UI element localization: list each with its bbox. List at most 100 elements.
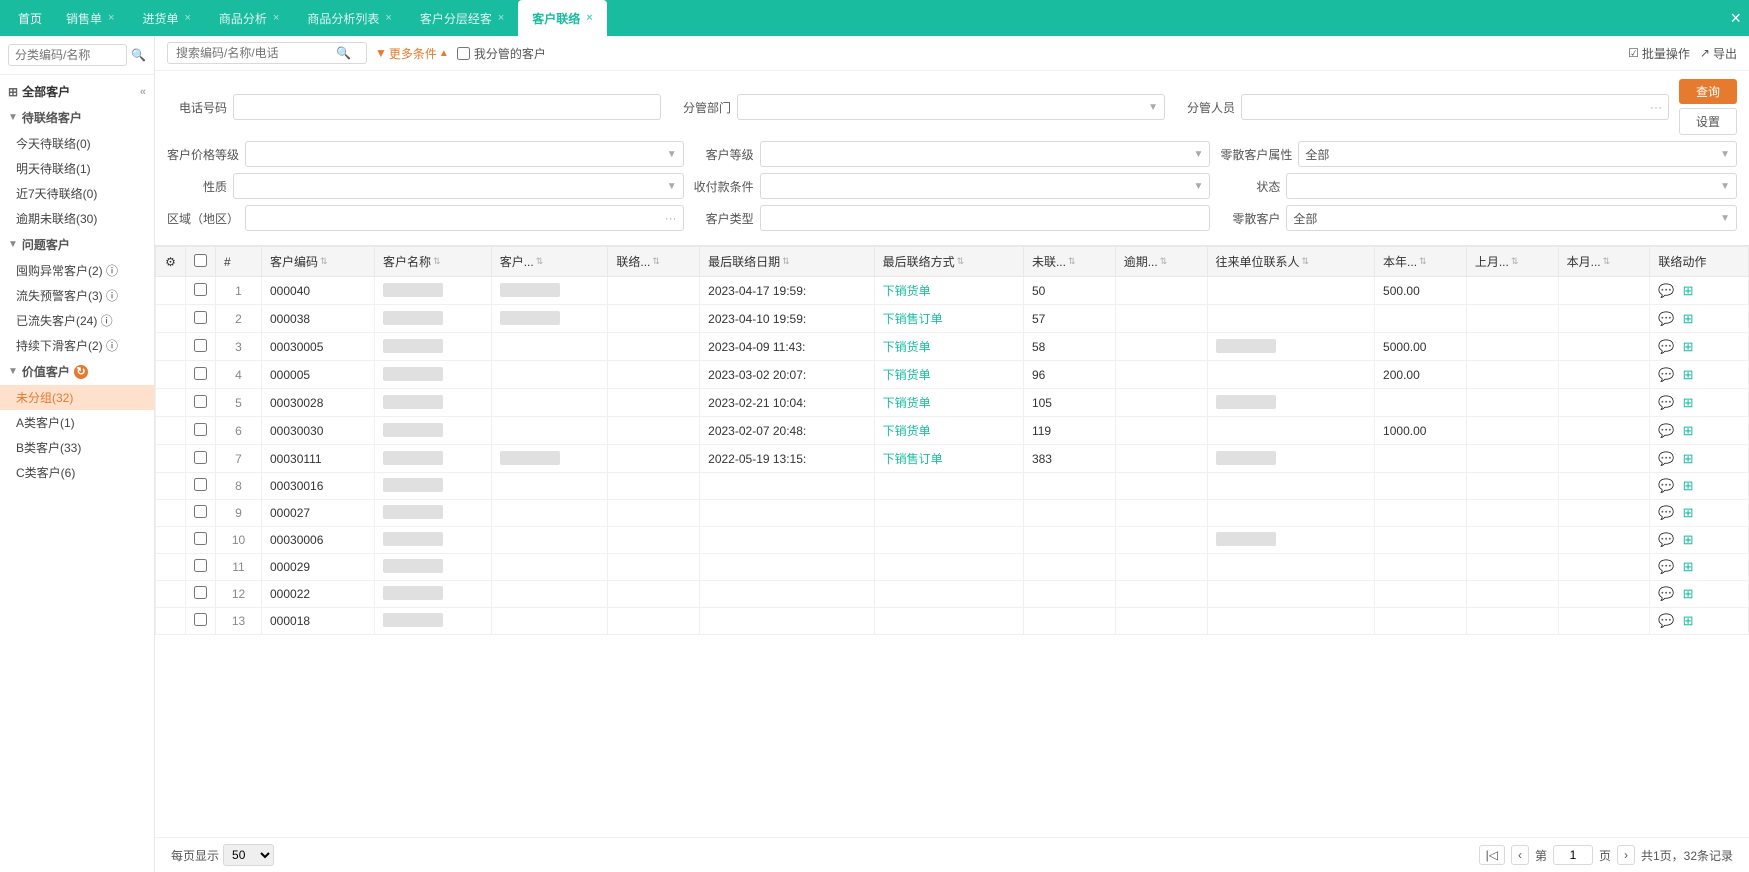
tab-customer-layer[interactable]: 客户分层经客 × [406, 0, 518, 36]
qr-icon[interactable]: ⊞ [1683, 423, 1694, 439]
row-checkbox[interactable] [194, 532, 207, 545]
sidebar-group-pending[interactable]: ▼ 待联络客户 [0, 104, 154, 131]
col-last-contact-date[interactable]: 最后联络日期⇅ [700, 247, 874, 277]
batch-op-btn[interactable]: ☑ 批量操作 [1628, 45, 1690, 62]
row-settings[interactable] [156, 417, 186, 445]
col-name[interactable]: 客户名称⇅ [375, 247, 492, 277]
filter-payment-select[interactable]: ▼ [760, 173, 1211, 199]
sidebar-item-today[interactable]: 今天待联络(0) [0, 131, 154, 156]
qr-icon[interactable]: ⊞ [1683, 505, 1694, 521]
sidebar-collapse-icon[interactable]: « [140, 86, 146, 98]
select-all-checkbox[interactable] [194, 254, 207, 267]
sidebar-item-declining[interactable]: 持续下滑客户(2) ⓘ [0, 333, 154, 358]
tab-product-analysis-list[interactable]: 商品分析列表 × [293, 0, 405, 36]
filter-customer-grade-select[interactable]: ▼ [760, 141, 1211, 167]
col-code[interactable]: 客户编码⇅ [262, 247, 375, 277]
row-checkbox[interactable] [194, 283, 207, 296]
prev-page-btn[interactable]: ‹ [1511, 845, 1529, 865]
qr-icon[interactable]: ⊞ [1683, 478, 1694, 494]
filter-status-select[interactable]: ▼ [1286, 173, 1737, 199]
chat-icon[interactable]: 💬 [1658, 423, 1674, 439]
tab-purchase[interactable]: 进货单 × [128, 0, 204, 36]
filter-retail-attr-select[interactable]: 全部 ▼ [1298, 141, 1737, 167]
tab-close-icon[interactable]: × [273, 12, 279, 24]
col-no-contact[interactable]: 未联...⇅ [1023, 247, 1115, 277]
col-this-year[interactable]: 本年...⇅ [1375, 247, 1467, 277]
sidebar-item-7days[interactable]: 近7天待联络(0) [0, 181, 154, 206]
qr-icon[interactable]: ⊞ [1683, 395, 1694, 411]
sidebar-group-problem[interactable]: ▼ 问题客户 [0, 231, 154, 258]
dots-icon[interactable]: ··· [665, 211, 677, 225]
sidebar-item-ungrouped[interactable]: 未分组(32) [0, 385, 154, 410]
qr-icon[interactable]: ⊞ [1683, 311, 1694, 327]
row-settings[interactable] [156, 500, 186, 527]
row-settings[interactable] [156, 608, 186, 635]
row-checkbox[interactable] [194, 505, 207, 518]
page-input[interactable] [1553, 845, 1593, 865]
chat-icon[interactable]: 💬 [1658, 613, 1674, 629]
chat-icon[interactable]: 💬 [1658, 283, 1674, 299]
my-customers-checkbox[interactable] [457, 47, 470, 60]
tab-customer-contact[interactable]: 客户联络 × [518, 0, 606, 36]
chat-icon[interactable]: 💬 [1658, 395, 1674, 411]
row-settings[interactable] [156, 389, 186, 417]
next-page-btn[interactable]: › [1617, 845, 1635, 865]
refresh-icon[interactable]: ↻ [74, 365, 88, 379]
col-last-month[interactable]: 上月...⇅ [1466, 247, 1558, 277]
row-checkbox[interactable] [194, 559, 207, 572]
qr-icon[interactable]: ⊞ [1683, 559, 1694, 575]
chat-icon[interactable]: 💬 [1658, 532, 1674, 548]
qr-icon[interactable]: ⊞ [1683, 586, 1694, 602]
col-company-contact[interactable]: 往来单位联系人⇅ [1207, 247, 1375, 277]
sidebar-search-input[interactable] [8, 44, 127, 66]
filter-more-btn[interactable]: ▼ 更多条件 ▲ [375, 45, 449, 62]
row-checkbox[interactable] [194, 367, 207, 380]
filter-customer-type-input[interactable] [760, 205, 1211, 231]
row-checkbox[interactable] [194, 423, 207, 436]
settings-column-header[interactable]: ⚙ [156, 247, 186, 277]
tab-home[interactable]: 首页 [8, 0, 52, 36]
tab-close-icon[interactable]: × [385, 12, 391, 24]
chat-icon[interactable]: 💬 [1658, 451, 1674, 467]
row-checkbox[interactable] [194, 339, 207, 352]
filter-retail-customer-select[interactable]: 全部 ▼ [1286, 205, 1737, 231]
qr-icon[interactable]: ⊞ [1683, 451, 1694, 467]
row-checkbox[interactable] [194, 613, 207, 626]
sidebar-item-b-class[interactable]: B类客户(33) [0, 435, 154, 460]
row-settings[interactable] [156, 305, 186, 333]
qr-icon[interactable]: ⊞ [1683, 283, 1694, 299]
chat-icon[interactable]: 💬 [1658, 311, 1674, 327]
filter-dept-select[interactable]: ▼ [737, 94, 1165, 120]
tab-bar-close-icon[interactable]: × [1730, 8, 1741, 29]
row-settings[interactable] [156, 473, 186, 500]
col-last-contact-way[interactable]: 最后联络方式⇅ [874, 247, 1023, 277]
tab-close-icon[interactable]: × [108, 12, 114, 24]
tab-close-icon[interactable]: × [586, 12, 592, 24]
sidebar-item-churned[interactable]: 已流失客户(24) ⓘ [0, 308, 154, 333]
first-page-btn[interactable]: |◁ [1479, 845, 1505, 865]
chat-icon[interactable]: 💬 [1658, 505, 1674, 521]
filter-price-grade-select[interactable]: ▼ [245, 141, 684, 167]
per-page-select[interactable]: 50 100 200 [223, 844, 274, 866]
sidebar-item-tomorrow[interactable]: 明天待联络(1) [0, 156, 154, 181]
qr-icon[interactable]: ⊞ [1683, 532, 1694, 548]
chat-icon[interactable]: 💬 [1658, 339, 1674, 355]
filter-phone-input[interactable] [233, 94, 661, 120]
sidebar-search-icon[interactable]: 🔍 [131, 48, 146, 62]
row-checkbox[interactable] [194, 395, 207, 408]
row-checkbox[interactable] [194, 586, 207, 599]
row-settings[interactable] [156, 445, 186, 473]
checkbox-column-header[interactable] [186, 247, 216, 277]
chat-icon[interactable]: 💬 [1658, 367, 1674, 383]
sidebar-item-overdue[interactable]: 逾期未联络(30) [0, 206, 154, 231]
query-button[interactable]: 查询 [1679, 79, 1737, 104]
row-settings[interactable] [156, 554, 186, 581]
sidebar-item-churn-warn[interactable]: 流失预警客户(3) ⓘ [0, 283, 154, 308]
reset-button[interactable]: 设置 [1679, 108, 1737, 135]
col-overdue[interactable]: 逾期...⇅ [1115, 247, 1207, 277]
col-customer-type[interactable]: 客户...⇅ [491, 247, 608, 277]
row-settings[interactable] [156, 277, 186, 305]
row-settings[interactable] [156, 527, 186, 554]
col-this-month[interactable]: 本月...⇅ [1558, 247, 1650, 277]
row-checkbox[interactable] [194, 478, 207, 491]
